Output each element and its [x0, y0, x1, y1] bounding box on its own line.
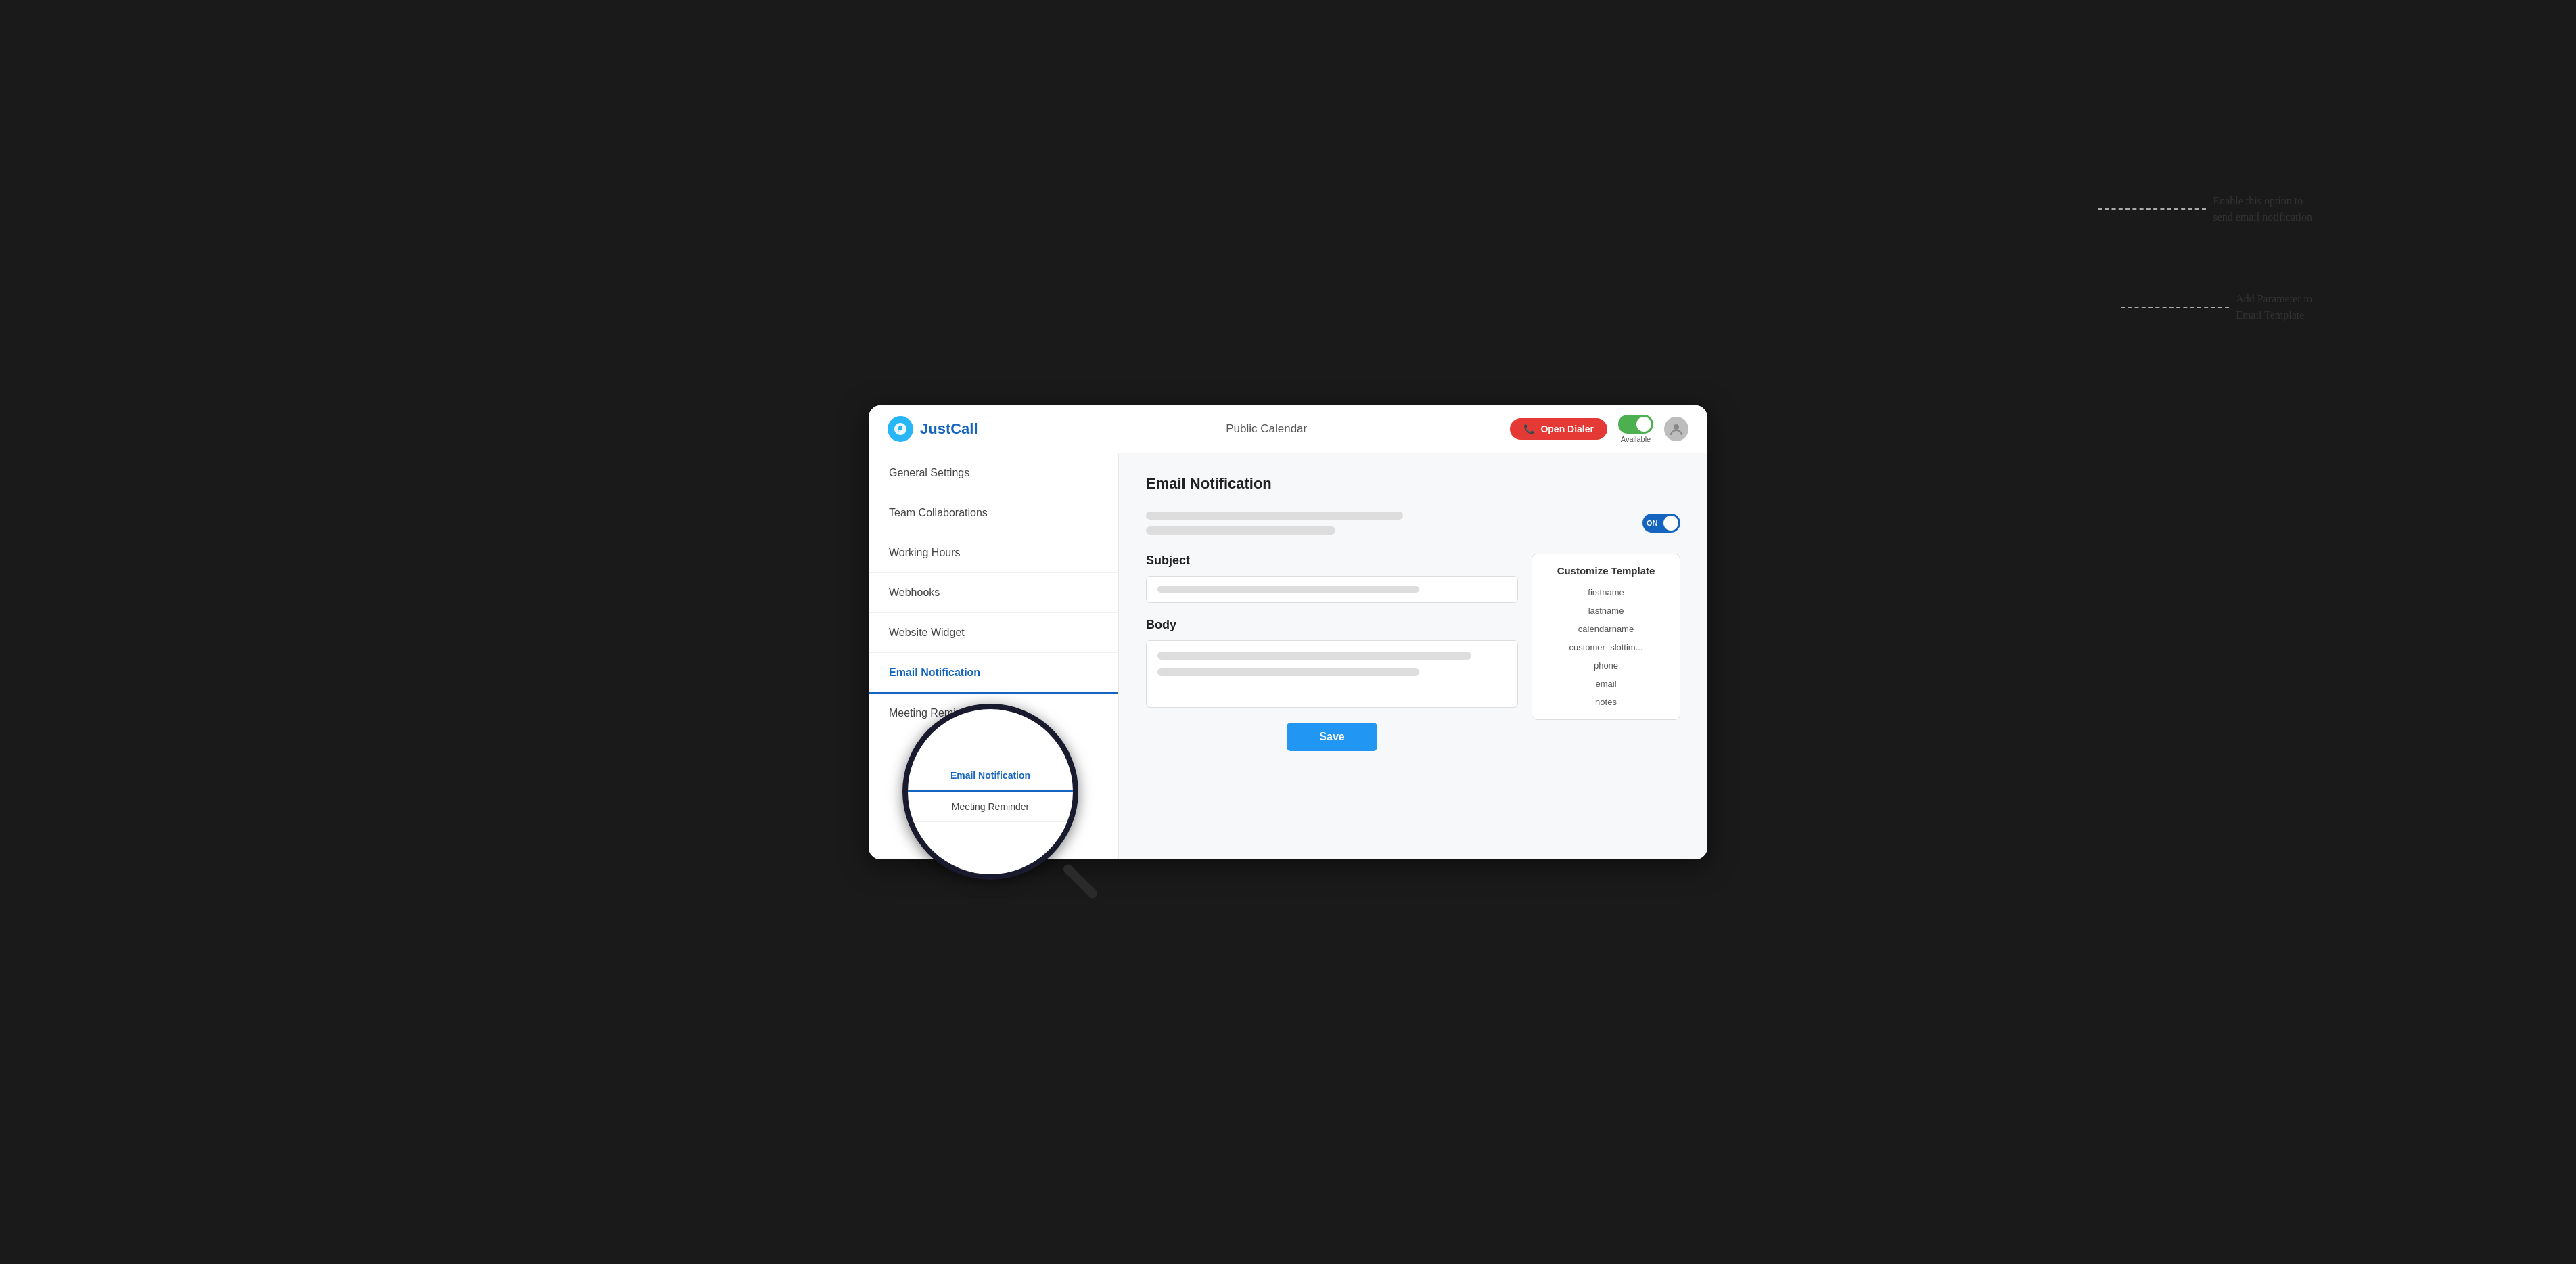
- on-toggle-switch[interactable]: ON: [1642, 514, 1680, 533]
- magnifier-handle: [1061, 862, 1099, 900]
- placeholder-line-1: [1146, 512, 1403, 520]
- param-customer-slottime[interactable]: customer_slottim...: [1569, 641, 1642, 654]
- body-textarea[interactable]: [1146, 640, 1518, 708]
- sidebar-item-working-hours[interactable]: Working Hours: [869, 533, 1118, 573]
- availability-toggle-wrap: Available: [1618, 415, 1653, 443]
- magnifier-overlay: Email Notification Meeting Reminder: [902, 704, 1092, 893]
- toggle-knob: [1636, 417, 1651, 432]
- available-label: Available: [1621, 435, 1651, 443]
- placeholder-lines: [1146, 512, 1403, 535]
- body-line-2: [1157, 668, 1419, 676]
- logo-icon: [888, 416, 913, 442]
- body-label: Body: [1146, 618, 1518, 632]
- add-param-annotation-text: Add Parameter to Email Template: [2236, 291, 2312, 323]
- form-row: Subject Body Save Customize Templat: [1146, 554, 1680, 751]
- sidebar-item-email-notification[interactable]: Email Notification: [869, 653, 1118, 694]
- param-calendarname[interactable]: calendarname: [1578, 623, 1634, 635]
- dashed-line-2: [2121, 307, 2229, 308]
- content-area: Email Notification ON Subje: [1119, 453, 1707, 859]
- toggle-knob: [1663, 516, 1678, 531]
- param-lastname[interactable]: lastname: [1588, 604, 1624, 617]
- open-dialer-button[interactable]: 📞 Open Dialer: [1510, 418, 1607, 440]
- customize-template-box: Customize Template firstname lastname ca…: [1532, 554, 1680, 720]
- body-line-1: [1157, 652, 1471, 660]
- subject-placeholder: [1157, 586, 1419, 593]
- placeholder-line-2: [1146, 526, 1335, 535]
- zoomed-meeting-reminder: Meeting Reminder: [908, 792, 1073, 822]
- sidebar-item-team-collaborations[interactable]: Team Collaborations: [869, 493, 1118, 533]
- customize-template-title: Customize Template: [1557, 565, 1655, 577]
- header: JustCall Public Calendar 📞 Open Dialer A…: [869, 405, 1707, 453]
- enable-annotation-text: Enable this option to send email notific…: [2213, 193, 2312, 225]
- toggle-row: ON: [1146, 512, 1680, 535]
- sidebar-item-webhooks[interactable]: Webhooks: [869, 573, 1118, 613]
- magnifier-circle: Email Notification Meeting Reminder: [902, 704, 1078, 880]
- logo-text: JustCall: [920, 420, 978, 438]
- zoomed-sidebar: Email Notification Meeting Reminder: [908, 754, 1073, 829]
- user-avatar[interactable]: [1664, 417, 1688, 441]
- zoomed-email-notification: Email Notification: [908, 761, 1073, 792]
- app-window: JustCall Public Calendar 📞 Open Dialer A…: [869, 405, 1707, 859]
- subject-label: Subject: [1146, 554, 1518, 568]
- page-title: Public Calendar: [1023, 422, 1510, 436]
- svg-point-0: [1674, 424, 1679, 430]
- content-title: Email Notification: [1146, 475, 1680, 493]
- header-actions: 📞 Open Dialer Available: [1510, 415, 1688, 443]
- email-notification-toggle[interactable]: ON: [1642, 514, 1680, 533]
- sidebar-item-website-widget[interactable]: Website Widget: [869, 613, 1118, 653]
- param-phone[interactable]: phone: [1594, 659, 1618, 672]
- phone-icon: 📞: [1523, 424, 1535, 434]
- toggle-annotation: Enable this option to send email notific…: [2098, 193, 2312, 225]
- customize-annotation: Add Parameter to Email Template: [2121, 291, 2312, 323]
- magnifier-content: Email Notification Meeting Reminder: [908, 709, 1073, 874]
- dashed-line-1: [2098, 208, 2206, 210]
- on-label: ON: [1647, 519, 1658, 527]
- sidebar-item-general-settings[interactable]: General Settings: [869, 453, 1118, 493]
- subject-input[interactable]: [1146, 576, 1518, 603]
- save-button[interactable]: Save: [1287, 723, 1377, 751]
- logo-area: JustCall: [888, 416, 1023, 442]
- param-firstname[interactable]: firstname: [1588, 586, 1624, 599]
- availability-toggle[interactable]: [1618, 415, 1653, 434]
- param-email[interactable]: email: [1595, 677, 1616, 690]
- form-main: Subject Body Save: [1146, 554, 1518, 751]
- param-notes[interactable]: notes: [1595, 696, 1617, 708]
